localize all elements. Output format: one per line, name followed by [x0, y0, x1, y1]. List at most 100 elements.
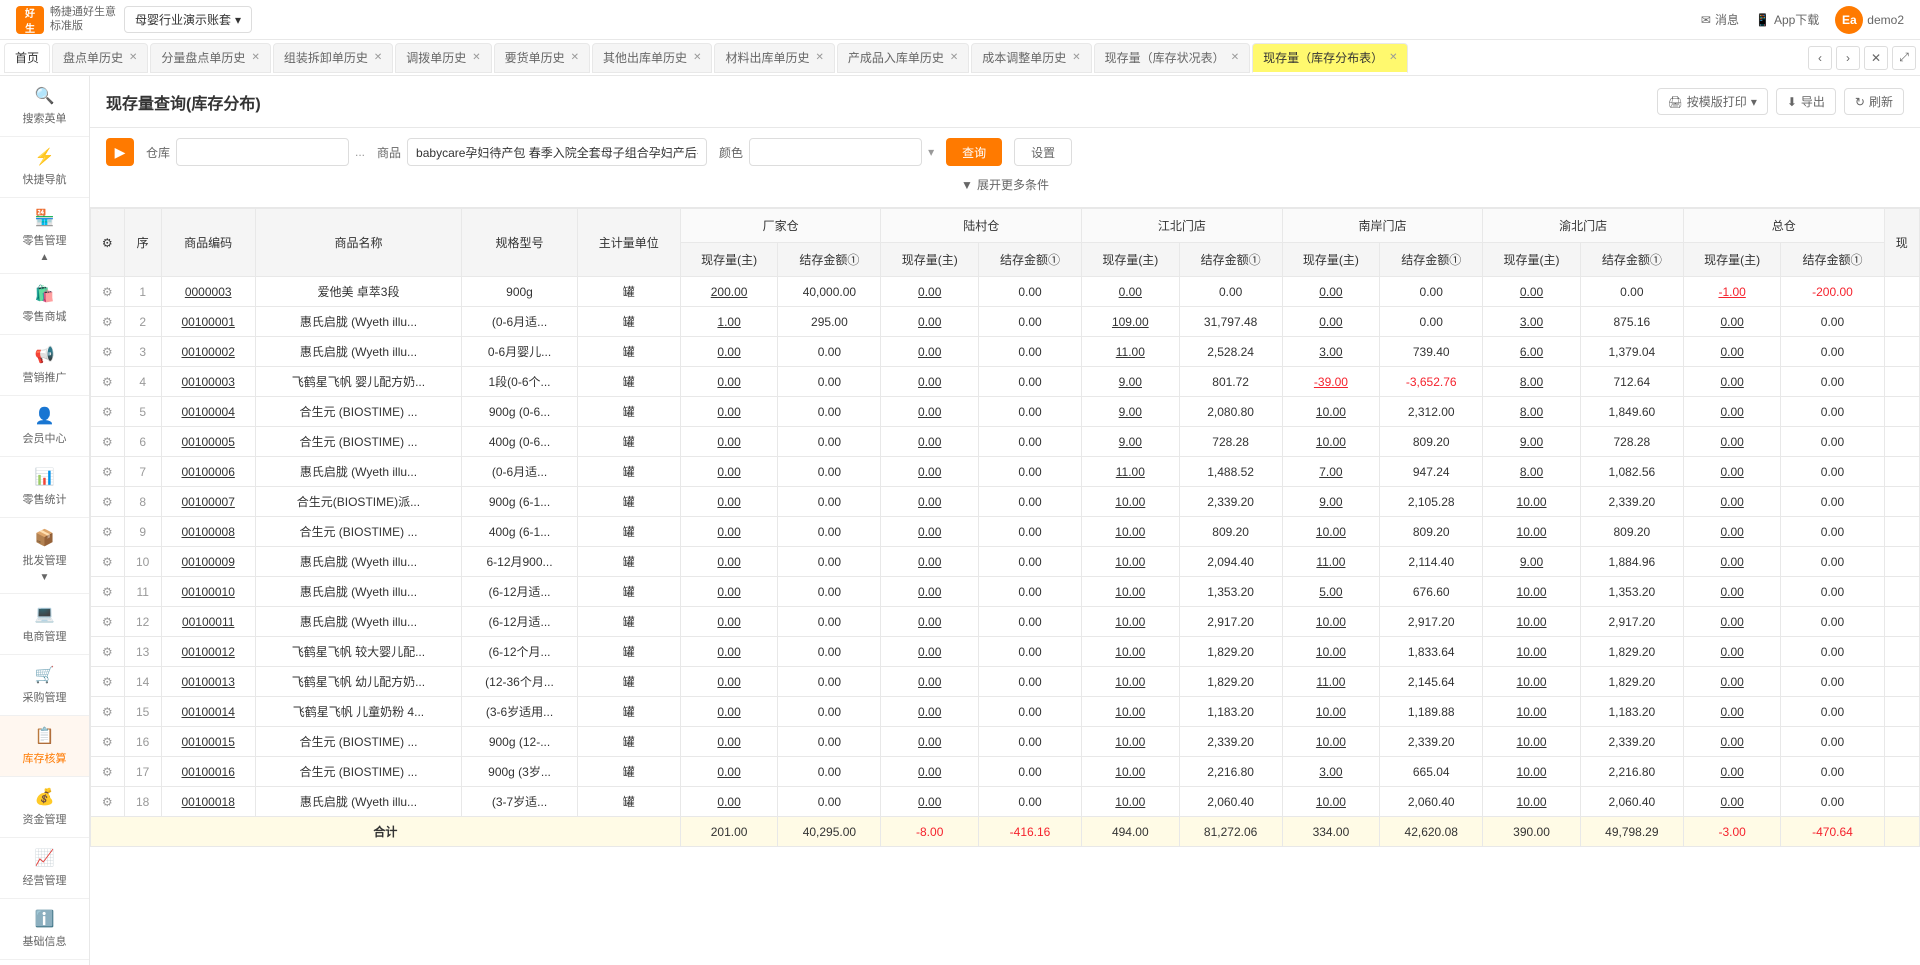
- tab-order[interactable]: 要货单历史 ✕: [494, 43, 590, 73]
- sidebar-item-retail-mgmt[interactable]: 🏪 零售管理 ▲: [0, 198, 89, 274]
- row-yb-qty[interactable]: 6.00: [1483, 337, 1580, 367]
- row-na-qty[interactable]: 10.00: [1282, 427, 1379, 457]
- tab-close-icon[interactable]: ✕: [815, 52, 823, 63]
- row-yb-qty[interactable]: 8.00: [1483, 457, 1580, 487]
- row-na-qty[interactable]: 9.00: [1282, 487, 1379, 517]
- tab-stock-dist[interactable]: 现存量（库存分布表） ✕: [1252, 43, 1408, 73]
- row-chang-qty[interactable]: 0.00: [680, 727, 777, 757]
- row-jb-qty[interactable]: 10.00: [1082, 757, 1179, 787]
- row-chang-qty[interactable]: 0.00: [680, 397, 777, 427]
- row-na-qty[interactable]: 10.00: [1282, 727, 1379, 757]
- tab-other-out[interactable]: 其他出库单历史 ✕: [592, 43, 712, 73]
- sidebar-item-wholesale[interactable]: 📦 批发管理 ▼: [0, 518, 89, 594]
- row-na-qty[interactable]: 3.00: [1282, 337, 1379, 367]
- row-yb-qty[interactable]: 10.00: [1483, 667, 1580, 697]
- row-yb-qty[interactable]: 10.00: [1483, 727, 1580, 757]
- row-lu-qty[interactable]: 0.00: [881, 757, 978, 787]
- sidebar-item-finance[interactable]: 💰 资金管理: [0, 777, 89, 838]
- warehouse-dots[interactable]: ...: [355, 145, 365, 159]
- sidebar-item-marketing[interactable]: 📢 营销推广: [0, 335, 89, 396]
- col-settings[interactable]: ⚙: [91, 209, 125, 277]
- row-total-qty[interactable]: 0.00: [1683, 727, 1780, 757]
- row-total-qty[interactable]: 0.00: [1683, 397, 1780, 427]
- tab-next-btn[interactable]: ›: [1836, 46, 1860, 70]
- row-total-qty[interactable]: 0.00: [1683, 757, 1780, 787]
- row-lu-qty[interactable]: 0.00: [881, 577, 978, 607]
- row-na-qty[interactable]: 10.00: [1282, 397, 1379, 427]
- row-code[interactable]: 00100005: [161, 427, 255, 457]
- row-na-qty[interactable]: 10.00: [1282, 787, 1379, 817]
- row-jb-qty[interactable]: 10.00: [1082, 517, 1179, 547]
- row-chang-qty[interactable]: 0.00: [680, 607, 777, 637]
- row-lu-qty[interactable]: 0.00: [881, 727, 978, 757]
- tab-stock-table[interactable]: 现存量（库存状况表） ✕: [1094, 43, 1250, 73]
- row-na-qty[interactable]: -39.00: [1282, 367, 1379, 397]
- row-chang-qty[interactable]: 0.00: [680, 517, 777, 547]
- expand-conditions-btn[interactable]: ▼ 展开更多条件: [953, 172, 1057, 197]
- gear-cell[interactable]: ⚙: [91, 367, 125, 397]
- tab-close-icon[interactable]: ✕: [950, 52, 958, 63]
- row-na-qty[interactable]: 11.00: [1282, 547, 1379, 577]
- row-jb-qty[interactable]: 10.00: [1082, 637, 1179, 667]
- row-yb-qty[interactable]: 8.00: [1483, 367, 1580, 397]
- row-code[interactable]: 00100011: [161, 607, 255, 637]
- row-jb-qty[interactable]: 10.00: [1082, 607, 1179, 637]
- warehouse-input[interactable]: [176, 138, 349, 166]
- gear-cell[interactable]: ⚙: [91, 697, 125, 727]
- row-chang-qty[interactable]: 0.00: [680, 787, 777, 817]
- row-chang-qty[interactable]: 0.00: [680, 547, 777, 577]
- sidebar-item-ecommerce[interactable]: 💻 电商管理: [0, 594, 89, 655]
- row-total-qty[interactable]: 0.00: [1683, 637, 1780, 667]
- tab-product-in[interactable]: 产成品入库单历史 ✕: [837, 43, 969, 73]
- tab-close-icon[interactable]: ✕: [129, 52, 137, 63]
- tab-close-icon[interactable]: ✕: [1389, 52, 1397, 63]
- refresh-btn[interactable]: ↻ 刷新: [1844, 88, 1904, 115]
- row-code[interactable]: 00100004: [161, 397, 255, 427]
- row-code[interactable]: 00100010: [161, 577, 255, 607]
- tab-transfer[interactable]: 调拨单历史 ✕: [395, 43, 491, 73]
- export-btn[interactable]: ⬇ 导出: [1776, 88, 1836, 115]
- gear-cell[interactable]: ⚙: [91, 427, 125, 457]
- row-code[interactable]: 00100014: [161, 697, 255, 727]
- row-total-qty[interactable]: 0.00: [1683, 667, 1780, 697]
- row-na-qty[interactable]: 3.00: [1282, 757, 1379, 787]
- row-na-qty[interactable]: 0.00: [1282, 277, 1379, 307]
- row-lu-qty[interactable]: 0.00: [881, 697, 978, 727]
- row-lu-qty[interactable]: 0.00: [881, 427, 978, 457]
- row-total-qty[interactable]: -1.00: [1683, 277, 1780, 307]
- tab-material-in[interactable]: 材料出库单历史 ✕: [714, 43, 834, 73]
- row-chang-qty[interactable]: 0.00: [680, 367, 777, 397]
- row-na-qty[interactable]: 5.00: [1282, 577, 1379, 607]
- row-code[interactable]: 00100002: [161, 337, 255, 367]
- filter-expand-icon[interactable]: ▶: [106, 138, 134, 166]
- gear-cell[interactable]: ⚙: [91, 637, 125, 667]
- row-na-qty[interactable]: 0.00: [1282, 307, 1379, 337]
- table-container[interactable]: ⚙ 序 商品编码 商品名称 规格型号 主计量单位 厂家仓 陆村仓 江北门店 南岸…: [90, 208, 1920, 965]
- row-na-qty[interactable]: 10.00: [1282, 517, 1379, 547]
- query-btn[interactable]: 查询: [946, 138, 1002, 166]
- row-chang-qty[interactable]: 200.00: [680, 277, 777, 307]
- row-chang-qty[interactable]: 1.00: [680, 307, 777, 337]
- row-lu-qty[interactable]: 0.00: [881, 307, 978, 337]
- row-yb-qty[interactable]: 9.00: [1483, 427, 1580, 457]
- gear-cell[interactable]: ⚙: [91, 307, 125, 337]
- row-jb-qty[interactable]: 10.00: [1082, 547, 1179, 577]
- gear-cell[interactable]: ⚙: [91, 787, 125, 817]
- row-yb-qty[interactable]: 10.00: [1483, 577, 1580, 607]
- sidebar-item-search[interactable]: 🔍 搜索英单: [0, 76, 89, 137]
- sidebar-item-system[interactable]: ⚙️ 系统管理: [0, 960, 89, 965]
- row-jb-qty[interactable]: 11.00: [1082, 337, 1179, 367]
- row-lu-qty[interactable]: 0.00: [881, 367, 978, 397]
- gear-cell[interactable]: ⚙: [91, 517, 125, 547]
- row-na-qty[interactable]: 10.00: [1282, 607, 1379, 637]
- row-jb-qty[interactable]: 10.00: [1082, 487, 1179, 517]
- gear-cell[interactable]: ⚙: [91, 757, 125, 787]
- color-dropdown-icon[interactable]: ▾: [928, 145, 934, 159]
- row-code[interactable]: 00100009: [161, 547, 255, 577]
- tab-close-icon[interactable]: ✕: [571, 52, 579, 63]
- row-total-qty[interactable]: 0.00: [1683, 307, 1780, 337]
- row-na-qty[interactable]: 11.00: [1282, 667, 1379, 697]
- row-code[interactable]: 00100001: [161, 307, 255, 337]
- tab-close-icon[interactable]: ✕: [374, 52, 382, 63]
- tab-close-all-btn[interactable]: ✕: [1864, 46, 1888, 70]
